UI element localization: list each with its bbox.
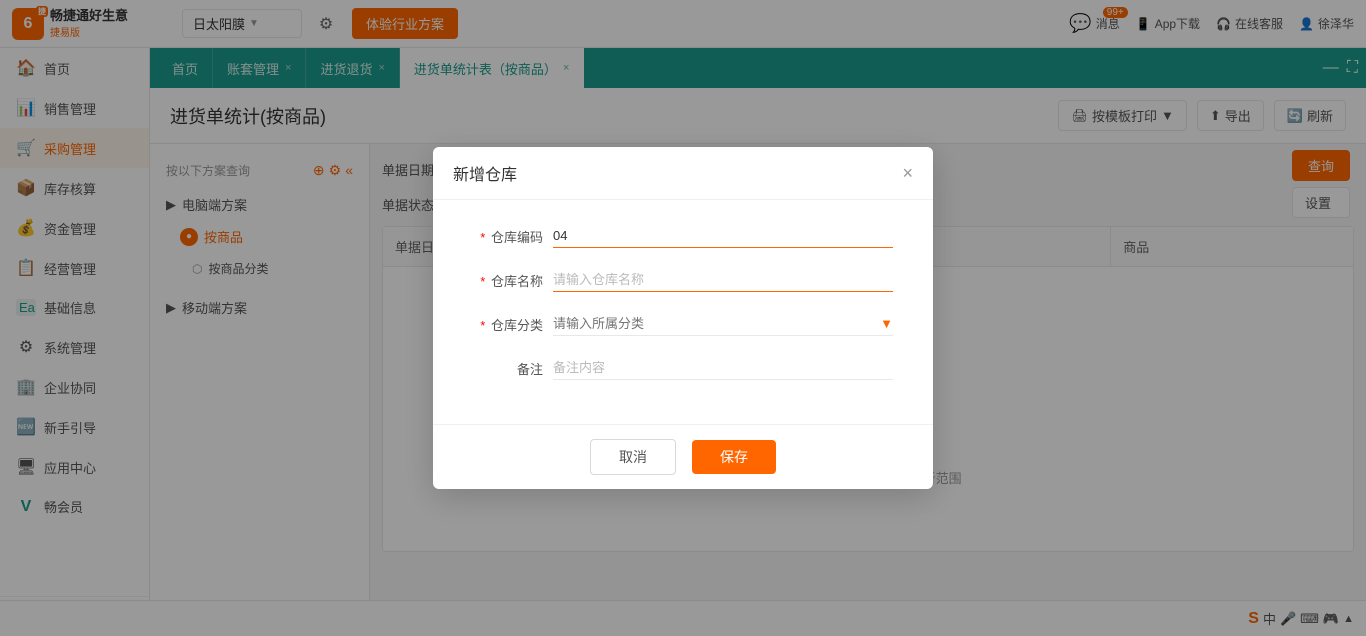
category-dropdown-arrow[interactable]: ▼ bbox=[880, 316, 893, 331]
category-label: * 仓库分类 bbox=[473, 315, 553, 334]
category-required: * bbox=[480, 318, 485, 333]
note-input[interactable] bbox=[553, 356, 893, 380]
name-input[interactable] bbox=[553, 268, 893, 292]
category-input[interactable] bbox=[553, 316, 880, 331]
form-row-code: * 仓库编码 bbox=[473, 224, 893, 248]
name-required: * bbox=[480, 274, 485, 289]
form-row-note: 备注 bbox=[473, 356, 893, 380]
code-input[interactable] bbox=[553, 224, 893, 248]
modal-header: 新增仓库 × bbox=[433, 147, 933, 200]
name-label: * 仓库名称 bbox=[473, 271, 553, 290]
save-button[interactable]: 保存 bbox=[692, 440, 776, 474]
modal-title: 新增仓库 bbox=[453, 161, 517, 185]
note-label: 备注 bbox=[473, 359, 553, 378]
modal-footer: 取消 保存 bbox=[433, 424, 933, 489]
modal-close-button[interactable]: × bbox=[902, 163, 913, 184]
modal-body: * 仓库编码 * 仓库名称 * 仓库分类 bbox=[433, 200, 933, 424]
new-warehouse-modal: 新增仓库 × * 仓库编码 * 仓库名称 bbox=[433, 147, 933, 489]
form-row-category: * 仓库分类 ▼ bbox=[473, 312, 893, 336]
form-row-name: * 仓库名称 bbox=[473, 268, 893, 292]
modal-overlay: 新增仓库 × * 仓库编码 * 仓库名称 bbox=[0, 0, 1366, 636]
category-select-wrap: ▼ bbox=[553, 312, 893, 336]
code-label: * 仓库编码 bbox=[473, 227, 553, 246]
code-required: * bbox=[480, 230, 485, 245]
cancel-button[interactable]: 取消 bbox=[590, 439, 676, 475]
